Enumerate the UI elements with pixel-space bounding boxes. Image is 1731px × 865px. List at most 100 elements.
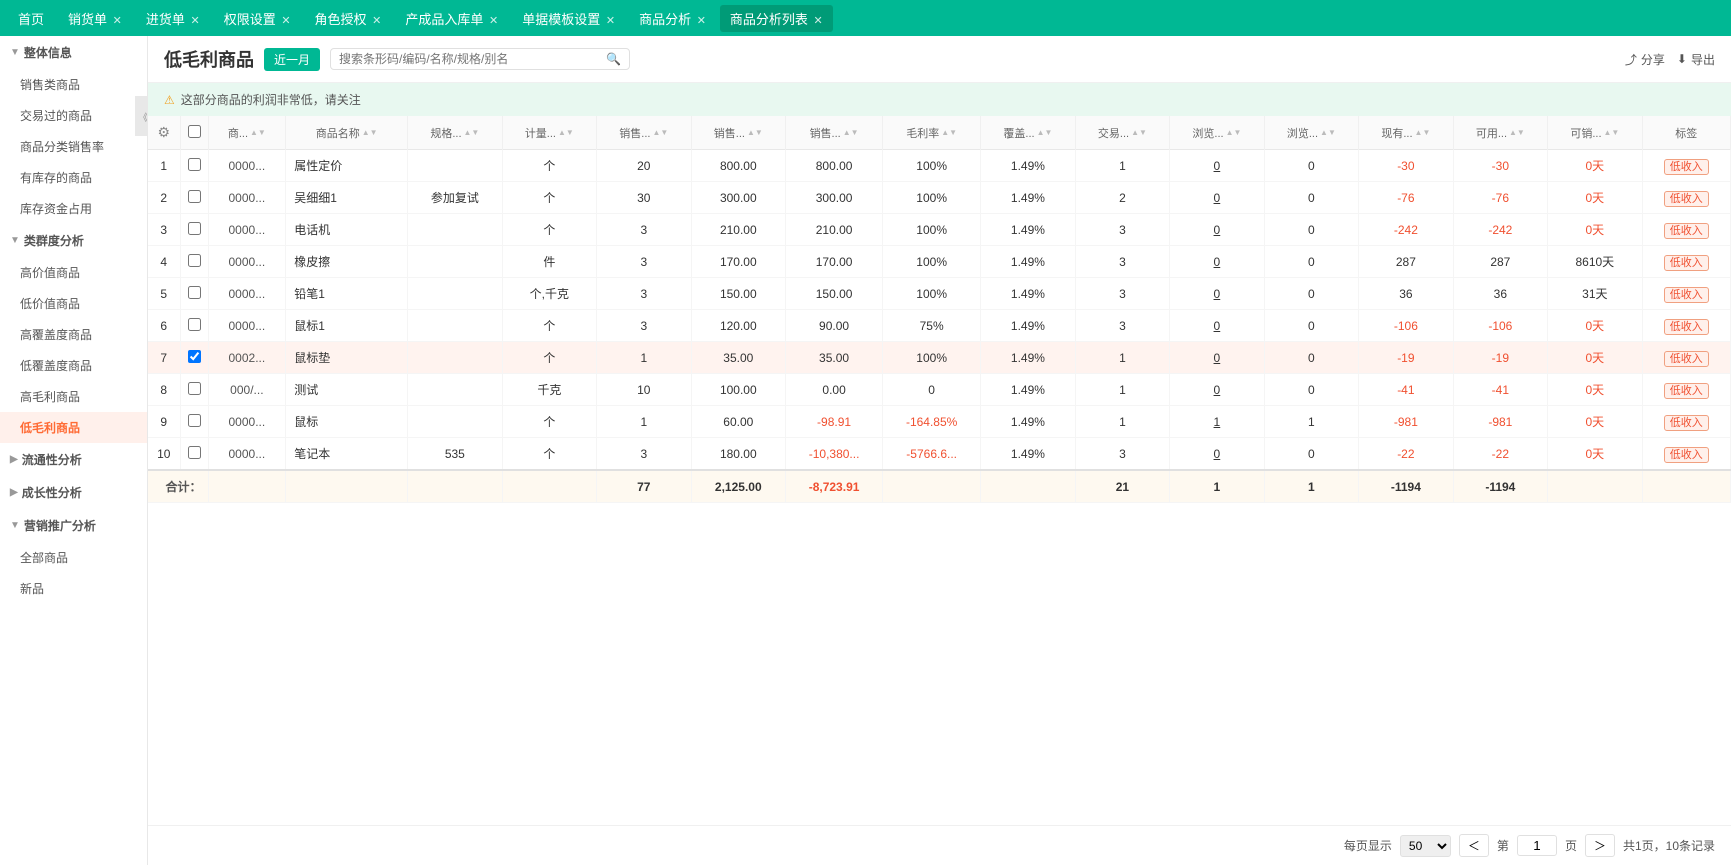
cell-checkbox[interactable] (180, 246, 208, 278)
nav-template[interactable]: 单据模板设置 ✕ (512, 5, 625, 32)
nav-close-analysis[interactable]: ✕ (697, 15, 706, 27)
th-browse1[interactable]: 浏览...▲▼ (1170, 116, 1264, 150)
prev-page-button[interactable]: ＜ (1459, 834, 1489, 857)
th-unit[interactable]: 计量...▲▼ (502, 116, 596, 150)
th-tag[interactable]: 标签 (1642, 116, 1730, 150)
gear-icon[interactable]: ⚙ (157, 124, 170, 140)
nav-product-entry[interactable]: 产成品入库单 ✕ (395, 5, 508, 32)
cell-checkbox[interactable] (180, 406, 208, 438)
th-sale-price[interactable]: 销售...▲▼ (691, 116, 785, 150)
nav-analysis-list[interactable]: 商品分析列表 ✕ (720, 5, 833, 32)
nav-sales[interactable]: 销货单 ✕ (58, 5, 132, 32)
nav-analysis[interactable]: 商品分析 ✕ (629, 5, 716, 32)
cell-checkbox[interactable] (180, 438, 208, 471)
row-checkbox[interactable] (188, 414, 201, 427)
date-filter-button[interactable]: 近一月 (264, 48, 320, 71)
th-code[interactable]: 商...▲▼ (208, 116, 286, 150)
th-gear[interactable]: ⚙ (148, 116, 180, 150)
export-button[interactable]: ⬇ 导出 (1677, 51, 1715, 68)
cell-checkbox[interactable] (180, 182, 208, 214)
table-row: 6 0000... 鼠标1 个 3 120.00 90.00 75% 1.49%… (148, 310, 1731, 342)
sidebar-item-sales-products[interactable]: 销售类商品 (0, 69, 147, 100)
nav-close-template[interactable]: ✕ (606, 15, 615, 27)
th-name[interactable]: 商品名称▲▼ (286, 116, 408, 150)
sidebar-item-category-rate[interactable]: 商品分类销售率 (0, 131, 147, 162)
share-button[interactable]: ⤴ 分享 (1625, 51, 1665, 68)
sidebar-item-low-coverage[interactable]: 低覆盖度商品 (0, 350, 147, 381)
cell-browse1[interactable]: 0 (1170, 310, 1264, 342)
cell-checkbox[interactable] (180, 342, 208, 374)
cell-browse1[interactable]: 0 (1170, 214, 1264, 246)
nav-close-purchase[interactable]: ✕ (190, 15, 199, 27)
th-sale-count[interactable]: 销售...▲▼ (597, 116, 691, 150)
cell-browse1[interactable]: 0 (1170, 438, 1264, 471)
cell-checkbox[interactable] (180, 278, 208, 310)
sidebar-item-low-margin[interactable]: 低毛利商品 (0, 412, 147, 443)
nav-role[interactable]: 角色授权 ✕ (305, 5, 392, 32)
sidebar-item-high-value[interactable]: 高价值商品 (0, 257, 147, 288)
th-coverage[interactable]: 覆盖...▲▼ (981, 116, 1075, 150)
sidebar-item-low-value[interactable]: 低价值商品 (0, 288, 147, 319)
sidebar-group-marketing[interactable]: ▼ 营销推广分析 (0, 509, 147, 542)
cell-browse1[interactable]: 0 (1170, 374, 1264, 406)
cell-sale-gross: 150.00 (786, 278, 883, 310)
cell-checkbox[interactable] (180, 214, 208, 246)
cell-browse1[interactable]: 0 (1170, 246, 1264, 278)
next-page-button[interactable]: ＞ (1585, 834, 1615, 857)
sidebar-item-traded-products[interactable]: 交易过的商品 (0, 100, 147, 131)
th-current[interactable]: 现有...▲▼ (1359, 116, 1453, 150)
cell-browse1[interactable]: 0 (1170, 342, 1264, 374)
cell-browse1[interactable]: 0 (1170, 278, 1264, 310)
nav-home[interactable]: 首页 (8, 5, 54, 32)
sidebar-item-new-products[interactable]: 新品 (0, 573, 147, 604)
row-checkbox[interactable] (188, 318, 201, 331)
nav-close-permission[interactable]: ✕ (281, 15, 290, 27)
th-salable[interactable]: 可销...▲▼ (1548, 116, 1642, 150)
cell-checkbox[interactable] (180, 310, 208, 342)
th-gross-rate[interactable]: 毛利率▲▼ (883, 116, 981, 150)
sidebar-item-high-coverage[interactable]: 高覆盖度商品 (0, 319, 147, 350)
th-browse2[interactable]: 浏览...▲▼ (1264, 116, 1358, 150)
th-usable[interactable]: 可用...▲▼ (1453, 116, 1547, 150)
row-checkbox[interactable] (188, 286, 201, 299)
cell-browse1[interactable]: 0 (1170, 150, 1264, 182)
cell-checkbox[interactable] (180, 150, 208, 182)
nav-close-analysis-list[interactable]: ✕ (814, 15, 823, 27)
sidebar-group-cluster[interactable]: ▼ 类群度分析 (0, 224, 147, 257)
sidebar-item-capital[interactable]: 库存资金占用 (0, 193, 147, 224)
nav-purchase[interactable]: 进货单 ✕ (136, 5, 210, 32)
sidebar-group-overall[interactable]: ▼ 整体信息 (0, 36, 147, 69)
row-checkbox[interactable] (188, 190, 201, 203)
row-checkbox[interactable] (188, 382, 201, 395)
cell-browse2: 0 (1264, 182, 1358, 214)
sidebar-collapse-btn[interactable]: 《 (135, 96, 148, 136)
th-sale-gross[interactable]: 销售...▲▼ (786, 116, 883, 150)
sidebar-item-high-margin[interactable]: 高毛利商品 (0, 381, 147, 412)
sort-arrows-sale-gross: ▲▼ (843, 129, 859, 137)
sidebar-item-stocked[interactable]: 有库存的商品 (0, 162, 147, 193)
nav-close-role[interactable]: ✕ (372, 15, 381, 27)
row-checkbox[interactable] (188, 222, 201, 235)
nav-close-product-entry[interactable]: ✕ (489, 15, 498, 27)
row-checkbox[interactable] (188, 254, 201, 267)
page-input[interactable] (1517, 835, 1557, 856)
table-container[interactable]: ⚙ 商...▲▼ 商品名称▲▼ 规格...▲▼ 计量...▲▼ 销售...▲▼ … (148, 116, 1731, 825)
row-checkbox[interactable] (188, 350, 201, 363)
row-checkbox[interactable] (188, 446, 201, 459)
nav-permission[interactable]: 权限设置 ✕ (214, 5, 301, 32)
search-icon[interactable]: 🔍 (606, 52, 621, 66)
th-checkbox[interactable] (180, 116, 208, 150)
th-trade[interactable]: 交易...▲▼ (1075, 116, 1169, 150)
select-all-checkbox[interactable] (188, 125, 201, 138)
row-checkbox[interactable] (188, 158, 201, 171)
cell-browse1[interactable]: 1 (1170, 406, 1264, 438)
sidebar-item-all-products[interactable]: 全部商品 (0, 542, 147, 573)
cell-browse1[interactable]: 0 (1170, 182, 1264, 214)
nav-close-sales[interactable]: ✕ (113, 15, 122, 27)
th-spec[interactable]: 规格...▲▼ (408, 116, 502, 150)
sidebar-group-circulation[interactable]: ▶ 流通性分析 (0, 443, 147, 476)
search-input[interactable] (339, 52, 600, 66)
sidebar-group-growth[interactable]: ▶ 成长性分析 (0, 476, 147, 509)
cell-checkbox[interactable] (180, 374, 208, 406)
page-size-select[interactable]: 50 20 100 (1400, 835, 1451, 857)
